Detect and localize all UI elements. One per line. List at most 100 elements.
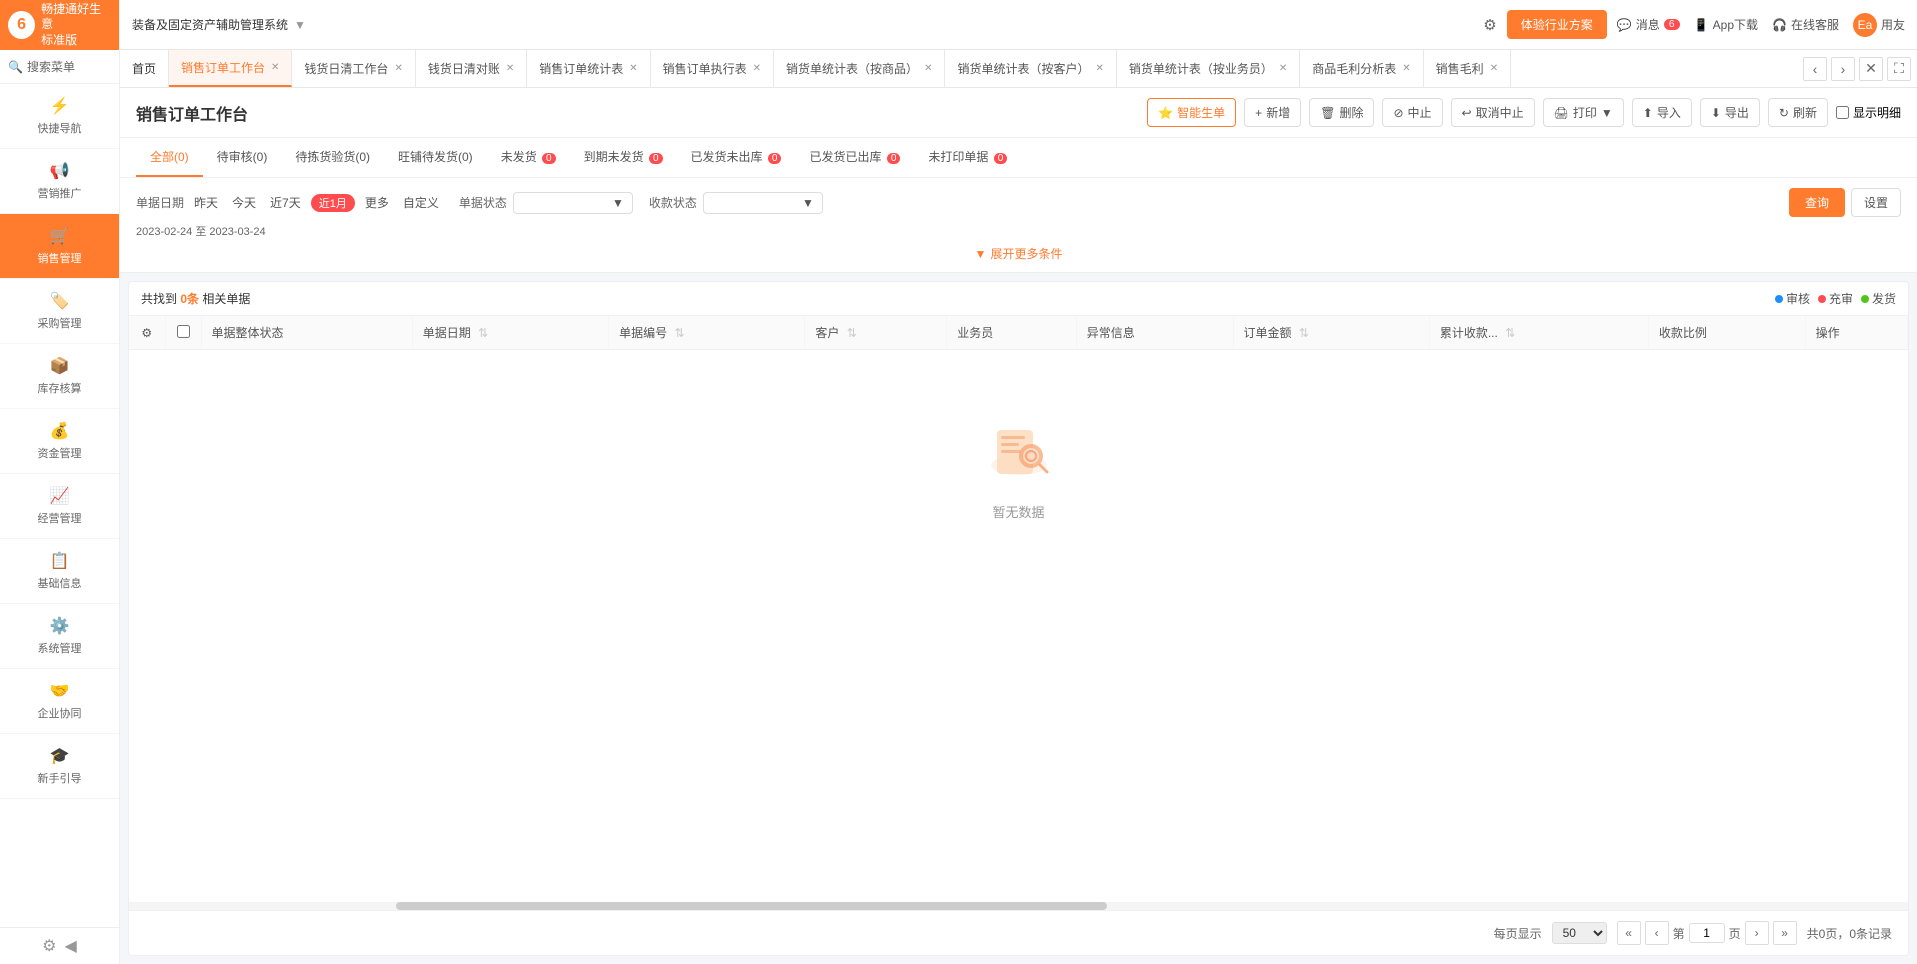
cancel-stop-button[interactable]: ↩ 取消中止 <box>1451 98 1535 127</box>
tab-sales-staff[interactable]: 销货单统计表（按业务员） ✕ <box>1117 50 1300 87</box>
scrollbar-thumb[interactable] <box>396 902 1108 910</box>
per-page-select[interactable]: 50 100 200 <box>1552 922 1607 944</box>
date-opt-1month[interactable]: 近1月 <box>311 194 355 212</box>
first-page-button[interactable]: « <box>1617 921 1641 945</box>
tab-cash-reconcile[interactable]: 钱货日清对账 ✕ <box>416 50 527 87</box>
tab-sales-product-close[interactable]: ✕ <box>924 63 932 74</box>
query-button[interactable]: 查询 <box>1789 188 1845 217</box>
tab-sales-order[interactable]: 销售订单工作台 ✕ <box>169 50 292 87</box>
col-settings[interactable]: ⚙ <box>129 316 165 350</box>
tab-sales-customer[interactable]: 销货单统计表（按客户） ✕ <box>945 50 1116 87</box>
status-filter-select[interactable]: ▼ <box>513 192 633 214</box>
sidebar-item-base-info[interactable]: 📋 基础信息 <box>0 539 119 604</box>
message-button[interactable]: 💬 消息 6 <box>1617 16 1680 33</box>
date-opt-more[interactable]: 更多 <box>361 192 393 213</box>
user-info[interactable]: Ea 用友 <box>1853 13 1905 37</box>
add-button[interactable]: + 新增 <box>1244 98 1301 127</box>
sub-tab-shipped-out[interactable]: 已发货已出库 0 <box>795 138 914 177</box>
col-collected[interactable]: 累计收款... ⇅ <box>1429 316 1648 350</box>
sidebar-search[interactable]: 🔍 搜索菜单 <box>0 50 119 84</box>
sidebar-item-sys-mgmt[interactable]: ⚙️ 系统管理 <box>0 604 119 669</box>
prev-page-button[interactable]: ‹ <box>1645 921 1669 945</box>
ship-action-button[interactable]: 发货 <box>1861 290 1896 307</box>
tab-close-all-button[interactable]: ✕ <box>1859 57 1883 81</box>
show-detail-checkbox-label[interactable]: 显示明细 <box>1836 104 1901 121</box>
industry-plan-button[interactable]: 体验行业方案 <box>1507 10 1607 39</box>
horizontal-scrollbar[interactable] <box>129 902 1908 910</box>
sidebar-item-operations[interactable]: 📈 经营管理 <box>0 474 119 539</box>
header-settings-icon[interactable]: ⚙ <box>1483 16 1496 34</box>
col-checkbox[interactable] <box>165 316 201 350</box>
sub-tab-pending-inspect[interactable]: 待拣货验货(0) <box>281 138 384 177</box>
sidebar-item-inventory[interactable]: 📦 库存核算 <box>0 344 119 409</box>
col-date[interactable]: 单据日期 ⇅ <box>412 316 608 350</box>
delete-button[interactable]: 🗑 删除 <box>1309 98 1374 127</box>
next-page-button[interactable]: › <box>1745 921 1769 945</box>
sidebar-item-newbie[interactable]: 🎓 新手引导 <box>0 734 119 799</box>
online-service-button[interactable]: 🎧 在线客服 <box>1772 16 1839 33</box>
tab-cash-reconcile-close[interactable]: ✕ <box>506 63 514 74</box>
tab-sales-customer-close[interactable]: ✕ <box>1095 63 1103 74</box>
tab-sales-profit-close[interactable]: ✕ <box>1490 63 1498 74</box>
col-customer[interactable]: 客户 ⇅ <box>805 316 947 350</box>
setting-button[interactable]: 设置 <box>1851 188 1901 217</box>
date-opt-custom[interactable]: 自定义 <box>399 192 443 213</box>
tab-sales-stat-close[interactable]: ✕ <box>629 63 637 74</box>
sidebar-item-purchase[interactable]: 🏷️ 采购管理 <box>0 279 119 344</box>
last-page-button[interactable]: » <box>1773 921 1797 945</box>
sub-tab-all[interactable]: 全部(0) <box>136 138 203 177</box>
sub-tab-not-printed[interactable]: 未打印单据 0 <box>914 138 1021 177</box>
expand-button[interactable]: ▼ 展开更多条件 <box>975 245 1063 262</box>
tab-goods-margin[interactable]: 商品毛利分析表 ✕ <box>1300 50 1423 87</box>
tab-sales-order-close[interactable]: ✕ <box>271 62 279 73</box>
tab-prev-button[interactable]: ‹ <box>1803 57 1827 81</box>
date-opt-7days[interactable]: 近7天 <box>266 192 305 213</box>
sidebar-item-quick-nav[interactable]: ⚡ 快捷导航 <box>0 84 119 149</box>
app-download-button[interactable]: 📱 App下载 <box>1694 16 1758 33</box>
review-action-button[interactable]: 审核 <box>1775 290 1810 307</box>
sub-tab-wangpu-pending[interactable]: 旺铺待发货(0) <box>384 138 487 177</box>
tab-sales-product[interactable]: 销货单统计表（按商品） ✕ <box>774 50 945 87</box>
col-amount[interactable]: 订单金额 ⇅ <box>1233 316 1429 350</box>
tab-home[interactable]: 首页 <box>120 50 169 87</box>
refresh-button[interactable]: ↻ 刷新 <box>1768 98 1828 127</box>
tab-fullscreen-button[interactable]: ⛶ <box>1887 57 1911 81</box>
sub-tab-shipped-no-out[interactable]: 已发货未出库 0 <box>677 138 796 177</box>
sub-tab-pending-review[interactable]: 待审核(0) <box>203 138 282 177</box>
tab-sales-exec-close[interactable]: ✕ <box>753 63 761 74</box>
sub-tab-overdue-ship[interactable]: 到期未发货 0 <box>570 138 677 177</box>
export-button[interactable]: ⬇ 导出 <box>1700 98 1760 127</box>
main-table: ⚙ 单据整体状态 单据日期 ⇅ <box>129 316 1908 350</box>
app-download-label: App下载 <box>1713 16 1758 33</box>
tab-sales-staff-close[interactable]: ✕ <box>1279 63 1287 74</box>
tab-sales-profit[interactable]: 销售毛利 ✕ <box>1424 50 1511 87</box>
col-number[interactable]: 单据编号 ⇅ <box>609 316 805 350</box>
stop-button[interactable]: ⊘ 中止 <box>1382 98 1442 127</box>
sidebar-item-marketing[interactable]: 📢 营销推广 <box>0 149 119 214</box>
tab-sales-product-label: 销货单统计表（按商品） <box>786 60 918 77</box>
date-opt-today[interactable]: 今天 <box>228 192 260 213</box>
page-input[interactable] <box>1689 923 1725 943</box>
sub-tab-not-shipped[interactable]: 未发货 0 <box>487 138 570 177</box>
tab-cash-daily-close[interactable]: ✕ <box>394 63 402 74</box>
payment-filter-select[interactable]: ▼ <box>703 192 823 214</box>
tab-cash-daily[interactable]: 钱货日清工作台 ✕ <box>292 50 415 87</box>
select-all-checkbox[interactable] <box>177 325 190 338</box>
header-title-dropdown[interactable]: ▼ <box>294 18 306 32</box>
tab-next-button[interactable]: › <box>1831 57 1855 81</box>
smart-create-button[interactable]: ⭐ 智能生单 <box>1147 98 1236 127</box>
sidebar-item-sales[interactable]: 🛒 销售管理 <box>0 214 119 279</box>
collapse-icon[interactable]: ◀ <box>65 936 77 956</box>
tab-sales-exec[interactable]: 销售订单执行表 ✕ <box>651 50 774 87</box>
date-opt-yesterday[interactable]: 昨天 <box>190 192 222 213</box>
tab-goods-margin-close[interactable]: ✕ <box>1402 63 1410 74</box>
print-button[interactable]: 🖨 打印 ▼ <box>1543 98 1624 127</box>
tab-sales-stat[interactable]: 销售订单统计表 ✕ <box>527 50 650 87</box>
newbie-label: 新手引导 <box>38 770 82 786</box>
import-button[interactable]: ⬆ 导入 <box>1632 98 1692 127</box>
show-detail-checkbox[interactable] <box>1836 106 1849 119</box>
sidebar-item-enterprise[interactable]: 🤝 企业协同 <box>0 669 119 734</box>
uncheck-action-button[interactable]: 充审 <box>1818 290 1853 307</box>
settings-bottom-icon[interactable]: ⚙ <box>42 936 56 956</box>
sidebar-item-finance[interactable]: 💰 资金管理 <box>0 409 119 474</box>
